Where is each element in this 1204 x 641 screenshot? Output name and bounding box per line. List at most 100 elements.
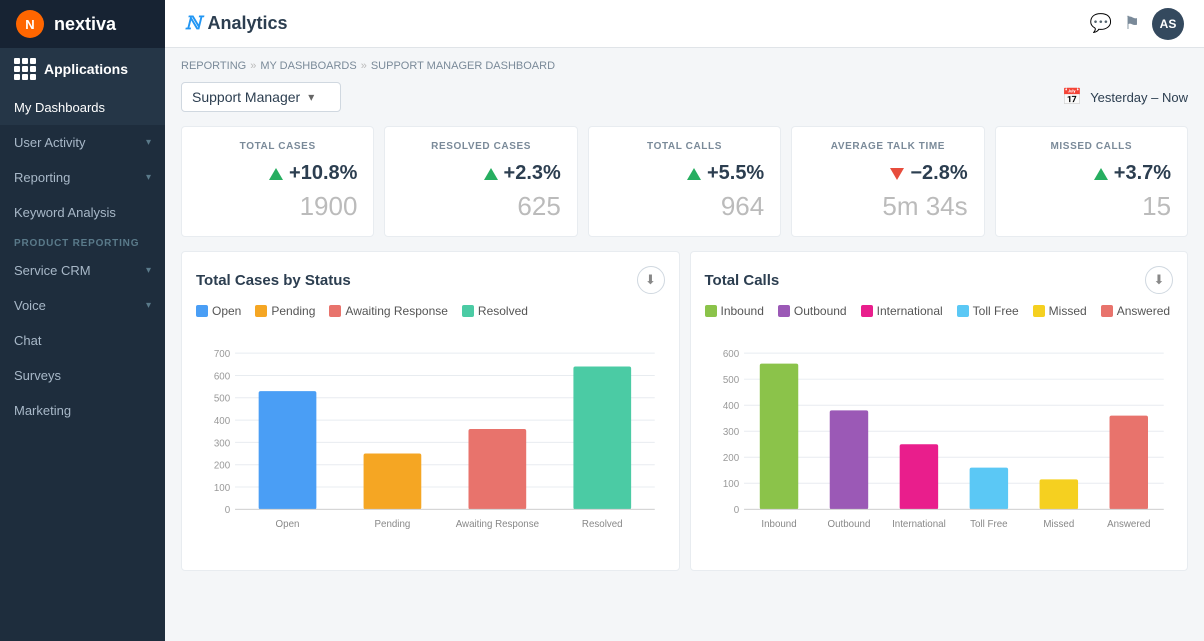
chat-icon[interactable]: 💬: [1089, 13, 1111, 34]
chart1-container: 0100200300400500600700OpenPendingAwaitin…: [196, 326, 665, 556]
sidebar-item-label: Voice: [14, 298, 46, 313]
svg-text:Resolved: Resolved: [582, 519, 623, 530]
svg-text:Inbound: Inbound: [761, 519, 796, 530]
chevron-down-icon: ▾: [146, 172, 151, 183]
date-range-label: Yesterday – Now: [1090, 90, 1188, 105]
svg-text:300: 300: [722, 427, 739, 438]
legend-item: Toll Free: [957, 304, 1019, 318]
sidebar-item-chat[interactable]: Chat: [0, 323, 165, 358]
sidebar-item-keyword-analysis[interactable]: Keyword Analysis: [0, 195, 165, 230]
metric-cards: TOTAL CASES +10.8% 1900 RESOLVED CASES +…: [181, 126, 1188, 237]
legend-item: International: [861, 304, 943, 318]
chart-title: Total Cases by Status: [196, 272, 351, 289]
legend-item: Inbound: [705, 304, 764, 318]
svg-text:700: 700: [214, 349, 231, 360]
breadcrumb: REPORTING » MY DASHBOARDS » SUPPORT MANA…: [181, 60, 1188, 72]
topbar: ℕ Analytics 💬 ⚑ AS: [165, 0, 1204, 48]
metric-change-value: +5.5%: [707, 162, 764, 185]
svg-text:200: 200: [214, 461, 231, 472]
svg-text:Toll Free: Toll Free: [970, 519, 1007, 530]
svg-text:Pending: Pending: [375, 519, 411, 530]
metric-label: TOTAL CASES: [198, 141, 357, 152]
svg-text:0: 0: [225, 505, 231, 516]
chevron-down-icon: ▾: [308, 90, 314, 104]
svg-text:500: 500: [722, 375, 739, 386]
sidebar-item-reporting[interactable]: Reporting ▾: [0, 160, 165, 195]
chart1-legend: OpenPendingAwaiting ResponseResolved: [196, 304, 665, 318]
sidebar-item-marketing[interactable]: Marketing: [0, 393, 165, 428]
svg-text:100: 100: [722, 479, 739, 490]
breadcrumb-reporting[interactable]: REPORTING: [181, 60, 246, 72]
dashboard-header: Support Manager ▾ 📅 Yesterday – Now: [181, 82, 1188, 112]
svg-text:100: 100: [214, 483, 231, 494]
svg-text:0: 0: [733, 505, 739, 516]
svg-text:Awaiting Response: Awaiting Response: [456, 519, 539, 530]
apps-grid-icon: [14, 58, 36, 80]
metric-change: +3.7%: [1012, 162, 1171, 185]
sidebar-item-label: Keyword Analysis: [14, 205, 116, 220]
legend-item: Answered: [1101, 304, 1170, 318]
sidebar-item-voice[interactable]: Voice ▾: [0, 288, 165, 323]
sidebar-item-user-activity[interactable]: User Activity ▾: [0, 125, 165, 160]
sidebar-item-label: Service CRM: [14, 263, 91, 278]
avatar[interactable]: AS: [1152, 8, 1184, 40]
dashboard-select-label: Support Manager: [192, 89, 300, 105]
legend-item: Open: [196, 304, 241, 318]
sidebar-item-my-dashboards[interactable]: My Dashboards: [0, 90, 165, 125]
metric-value: 15: [1012, 191, 1171, 222]
flag-icon[interactable]: ⚑: [1124, 13, 1140, 34]
svg-text:500: 500: [214, 394, 231, 405]
charts-row: Total Cases by Status ⬇ OpenPendingAwait…: [181, 251, 1188, 571]
down-arrow-icon: [890, 168, 904, 180]
metric-change: +10.8%: [198, 162, 357, 185]
metric-label: AVERAGE TALK TIME: [808, 141, 967, 152]
metric-card-resolved-cases: RESOLVED CASES +2.3% 625: [384, 126, 577, 237]
dashboard-select[interactable]: Support Manager ▾: [181, 82, 341, 112]
svg-text:Outbound: Outbound: [827, 519, 870, 530]
content-area: REPORTING » MY DASHBOARDS » SUPPORT MANA…: [165, 48, 1204, 641]
metric-change-value: −2.8%: [910, 162, 967, 185]
up-arrow-icon: [484, 168, 498, 180]
download-button[interactable]: ⬇: [637, 266, 665, 294]
metric-card-missed-calls: MISSED CALLS +3.7% 15: [995, 126, 1188, 237]
analytics-nav-icon: ℕ: [185, 13, 201, 34]
topbar-title: Analytics: [207, 13, 1089, 34]
metric-value: 5m 34s: [808, 191, 967, 222]
sidebar-item-label: User Activity: [14, 135, 86, 150]
metric-card-avg-talk-time: AVERAGE TALK TIME −2.8% 5m 34s: [791, 126, 984, 237]
sidebar-nav: My Dashboards User Activity ▾ Reporting …: [0, 90, 165, 641]
legend-item: Missed: [1033, 304, 1087, 318]
total-calls-chart-card: Total Calls ⬇ Inbound Outbound Internation…: [690, 251, 1189, 571]
svg-text:600: 600: [214, 371, 231, 382]
svg-text:International: International: [892, 519, 946, 530]
sidebar-logo: N nextiva: [0, 0, 165, 48]
chart-title: Total Calls: [705, 272, 780, 289]
metric-card-total-calls: TOTAL CALLS +5.5% 964: [588, 126, 781, 237]
sidebar: N nextiva Applications My Dashboards Use…: [0, 0, 165, 641]
date-range[interactable]: 📅 Yesterday – Now: [1062, 87, 1188, 107]
sidebar-item-label: Chat: [14, 333, 41, 348]
svg-text:400: 400: [214, 416, 231, 427]
download-button[interactable]: ⬇: [1145, 266, 1173, 294]
sidebar-apps-button[interactable]: Applications: [0, 48, 165, 90]
metric-change-value: +2.3%: [504, 162, 561, 185]
svg-text:Answered: Answered: [1107, 519, 1150, 530]
chart-header: Total Cases by Status ⬇: [196, 266, 665, 294]
sidebar-item-label: My Dashboards: [14, 100, 105, 115]
product-reporting-section-label: PRODUCT REPORTING: [0, 230, 165, 253]
metric-change: +2.3%: [401, 162, 560, 185]
breadcrumb-my-dashboards[interactable]: MY DASHBOARDS: [260, 60, 356, 72]
sidebar-item-service-crm[interactable]: Service CRM ▾: [0, 253, 165, 288]
chart2-legend: InboundOutboundInternationalToll FreeMis…: [705, 304, 1174, 318]
svg-text:600: 600: [722, 349, 739, 360]
svg-text:400: 400: [722, 401, 739, 412]
metric-value: 964: [605, 191, 764, 222]
up-arrow-icon: [269, 168, 283, 180]
sidebar-item-surveys[interactable]: Surveys: [0, 358, 165, 393]
breadcrumb-current: SUPPORT MANAGER DASHBOARD: [371, 60, 555, 72]
chevron-down-icon: ▾: [146, 137, 151, 148]
metric-label: TOTAL CALLS: [605, 141, 764, 152]
metric-change: −2.8%: [808, 162, 967, 185]
metric-change-value: +10.8%: [289, 162, 357, 185]
main-content: ℕ Analytics 💬 ⚑ AS REPORTING » MY DASHBO…: [165, 0, 1204, 641]
